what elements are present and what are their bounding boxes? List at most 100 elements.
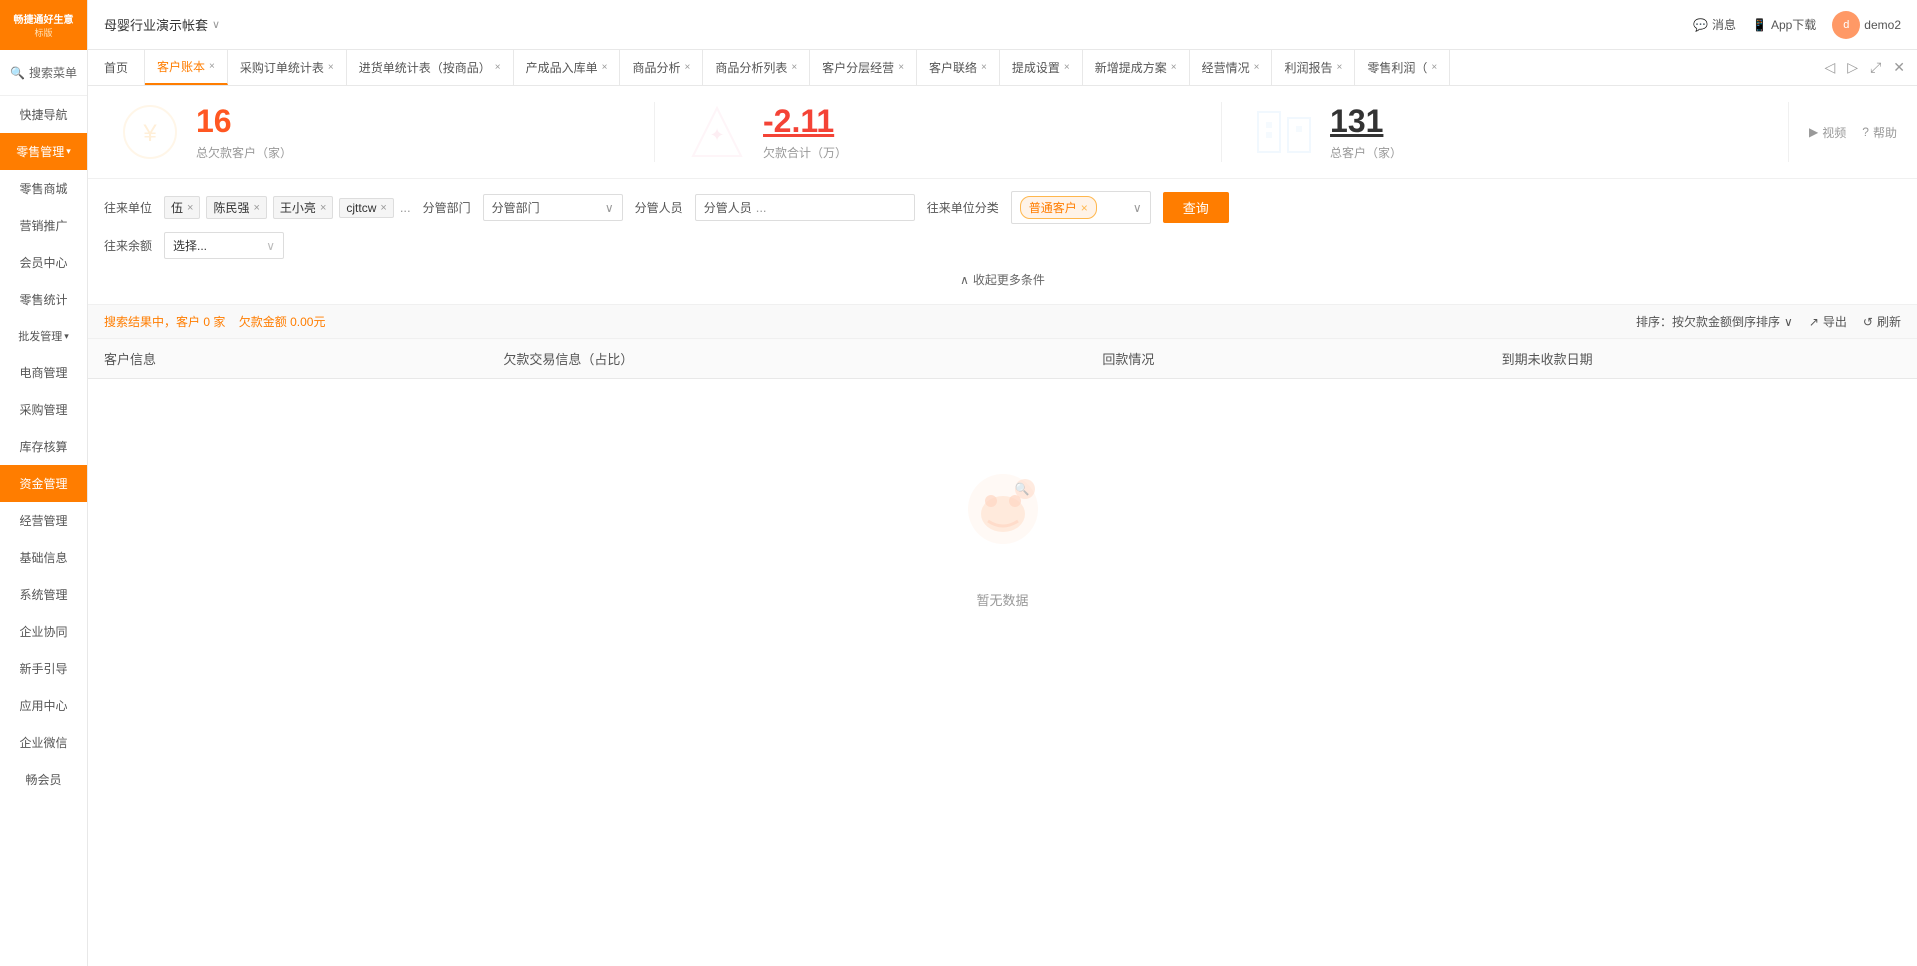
tab-promotion-settings[interactable]: 提成设置 × [1000,50,1083,85]
balance-select[interactable]: 选择... ∨ [164,232,284,259]
tab-prev-icon[interactable]: ◁ [1821,57,1840,78]
sidebar-item-app-center[interactable]: 应用中心 [0,687,87,724]
filter-tag-wu[interactable]: 伍 × [164,196,200,219]
export-button[interactable]: ↗ 导出 [1809,313,1847,330]
tab-incoming-stats[interactable]: 进货单统计表（按商品） × [347,50,514,85]
messages-button[interactable]: 💬 消息 [1693,16,1736,33]
tab-close-icon[interactable]: × [791,62,797,73]
tab-close-icon[interactable]: × [328,62,334,73]
tab-close-icon[interactable]: × [1336,62,1342,73]
search-menu-button[interactable]: 🔍 搜索菜单 [8,60,79,85]
sidebar-item-enterprise-wechat[interactable]: 企业微信 [0,724,87,761]
app-download-button[interactable]: 📱 App下载 [1752,16,1816,33]
tab-close-icon[interactable]: × [495,62,501,73]
sort-selector[interactable]: 排序：按欠款金额倒序排序 ∨ [1636,313,1793,330]
sidebar-item-marketing[interactable]: 营销推广 [0,207,87,244]
person-select[interactable]: 分管人员 ... [695,194,915,221]
tab-close-all-icon[interactable]: ✕ [1889,57,1909,78]
tab-close-icon[interactable]: × [1254,62,1260,73]
tab-product-analysis[interactable]: 商品分析 × [620,50,703,85]
tab-close-icon[interactable]: × [684,62,690,73]
tab-purchase-order[interactable]: 采购订单统计表 × [228,50,347,85]
sidebar-item-ecommerce[interactable]: 电商管理 [0,354,87,391]
sidebar-item-system[interactable]: 系统管理 [0,576,87,613]
sidebar-item-enterprise[interactable]: 企业协同 [0,613,87,650]
remove-tag-wu[interactable]: × [187,202,193,214]
filter-tag-chen[interactable]: 陈民强 × [206,196,266,219]
total-customers-value: 131 [1330,103,1402,140]
sidebar-item-retail-stats[interactable]: 零售统计 [0,281,87,318]
sidebar-item-inventory[interactable]: 库存核算 [0,428,87,465]
filter-tag-wang[interactable]: 王小亮 × [273,196,333,219]
tab-close-icon[interactable]: × [602,62,608,73]
col-customer-info: 客户信息 [104,349,503,368]
sidebar-item-retail[interactable]: 零售管理 ▾ [0,133,87,170]
filter-area: 往来单位 伍 × 陈民强 × 王小亮 × [88,179,1917,305]
video-link[interactable]: ▶ 视频 [1809,124,1846,141]
app-logo: 畅捷通好生意 标版 [0,0,87,50]
stat-overdue-amount: ✦ -2.11 欠款合计（万） [655,102,1222,162]
tab-customer-balance[interactable]: 客户账本 × [145,50,228,85]
tab-close-icon[interactable]: × [209,61,215,72]
remove-tag-chen[interactable]: × [253,202,259,214]
sidebar-item-quick-nav[interactable]: 快捷导航 [0,96,87,133]
sidebar-search-area[interactable]: 🔍 搜索菜单 [0,50,87,96]
person-more-button[interactable]: ... [756,200,767,215]
category-filter-label: 往来单位分类 [927,199,999,216]
collapse-filters-button[interactable]: ∧ 收起更多条件 [104,267,1901,292]
svg-text:✦: ✦ [709,125,724,145]
category-select[interactable]: 普通客户 × ∨ [1011,191,1151,224]
tab-product-analysis-list[interactable]: 商品分析列表 × [703,50,810,85]
sidebar-item-new-guide[interactable]: 新手引导 [0,650,87,687]
tab-close-icon[interactable]: × [981,62,987,73]
result-bar: 搜索结果中，客户 0 家 欠款金额 0.00元 排序：按欠款金额倒序排序 ∨ ↗… [88,305,1917,339]
search-button[interactable]: 查询 [1163,192,1229,223]
svg-text:🔍: 🔍 [1014,481,1029,496]
empty-icon: 🔍 [953,459,1053,578]
tab-close-icon[interactable]: × [1431,62,1437,73]
refresh-button[interactable]: ↺ 刷新 [1863,313,1901,330]
remove-tag-wang[interactable]: × [320,202,326,214]
category-selected-tag[interactable]: 普通客户 × [1020,196,1097,219]
tab-production-inbound[interactable]: 产成品入库单 × [514,50,621,85]
tab-customer-tier[interactable]: 客户分层经营 × [810,50,917,85]
user-profile[interactable]: d demo2 [1832,11,1901,39]
tab-business-status[interactable]: 经营情况 × [1190,50,1273,85]
search-icon: 🔍 [10,66,25,80]
sort-icon: ∨ [1784,315,1793,329]
tab-next-icon[interactable]: ▷ [1843,57,1862,78]
tab-close-icon[interactable]: × [1171,62,1177,73]
tab-profit-report[interactable]: 利润报告 × [1272,50,1355,85]
sidebar-item-finance[interactable]: 资金管理 [0,465,87,502]
store-selector[interactable]: 母婴行业演示帐套 ∨ [104,15,220,34]
remove-tag-cjttcw[interactable]: × [380,202,386,214]
dept-select[interactable]: 分管部门 ∨ [483,194,623,221]
sidebar-item-purchase[interactable]: 采购管理 [0,391,87,428]
tab-close-icon[interactable]: × [1064,62,1070,73]
stat-overdue-value-area: 16 总欠款客户（家） [196,103,292,161]
tab-new-promotion-plan[interactable]: 新增提成方案 × [1083,50,1190,85]
overdue-customers-label: 总欠款客户（家） [196,144,292,161]
topbar: 母婴行业演示帐套 ∨ 💬 消息 📱 App下载 d demo2 [88,0,1917,50]
tab-retail-profit[interactable]: 零售利润（ × [1355,50,1450,85]
filter-tag-cjttcw[interactable]: cjttcw × [339,198,393,218]
logo-sub-text: 标版 [34,26,52,39]
person-filter-label: 分管人员 [635,199,683,216]
empty-text: 暂无数据 [976,590,1028,609]
tab-close-icon[interactable]: × [898,62,904,73]
logo-main-text: 畅捷通好生意 [14,11,74,26]
category-dropdown-icon: ∨ [1133,201,1142,215]
sidebar-item-member[interactable]: 会员中心 [0,244,87,281]
remove-category-tag[interactable]: × [1081,201,1088,215]
sidebar-item-wholesale[interactable]: 批发管理 ▾ [0,318,87,354]
play-icon: ▶ [1809,125,1818,139]
tab-home[interactable]: 首页 [88,50,145,85]
tab-customer-contact[interactable]: 客户联络 × [917,50,1000,85]
sidebar-item-retail-mall[interactable]: 零售商城 [0,170,87,207]
tab-expand-icon[interactable]: ⤢ [1866,57,1885,78]
unit-more-button[interactable]: ... [400,200,411,215]
sidebar-item-base-info[interactable]: 基础信息 [0,539,87,576]
sidebar-item-operations[interactable]: 经营管理 [0,502,87,539]
help-link[interactable]: ? 帮助 [1862,124,1897,141]
sidebar-item-vip-member[interactable]: 畅会员 [0,761,87,798]
